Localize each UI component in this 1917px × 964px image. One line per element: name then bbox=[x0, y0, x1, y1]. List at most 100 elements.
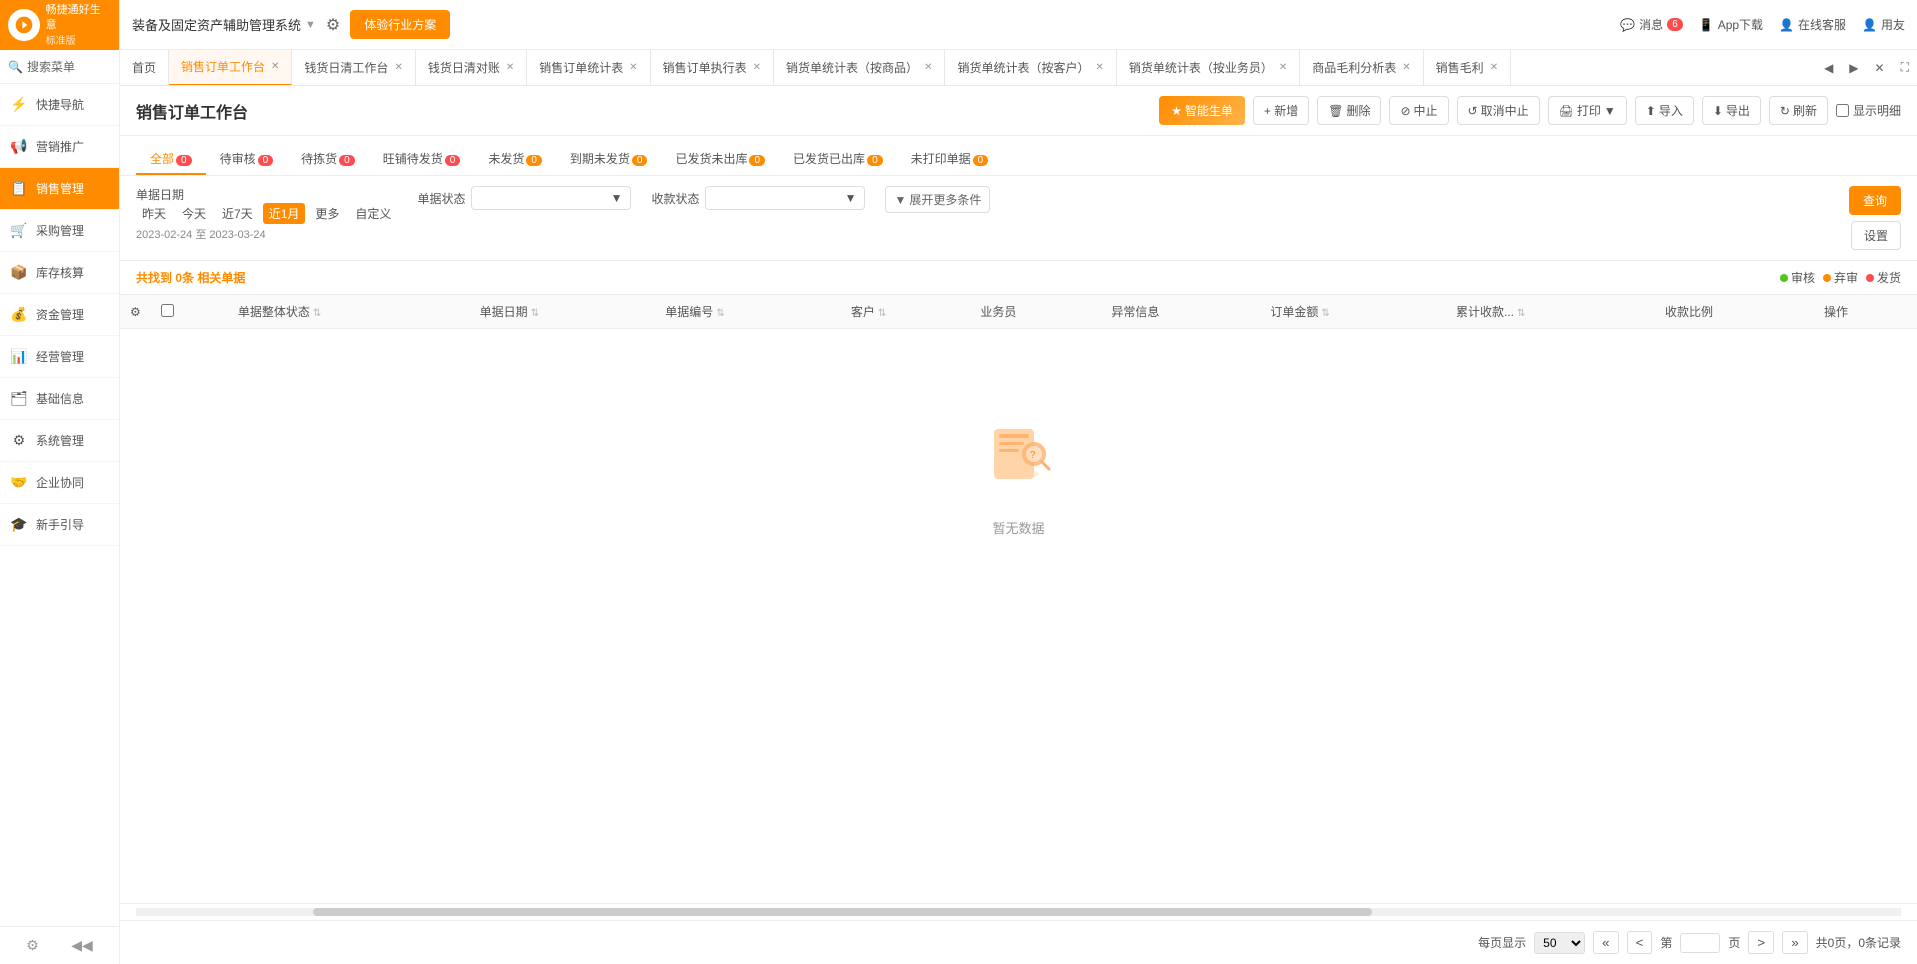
export-btn[interactable]: ⬇ 导出 bbox=[1702, 96, 1761, 125]
tab-cash-reconcile[interactable]: 钱货日清对账 ✕ bbox=[416, 50, 527, 86]
tab-prev-btn[interactable]: ◀ bbox=[1816, 50, 1841, 86]
delete-btn[interactable]: 🗑 删除 bbox=[1317, 96, 1381, 125]
scroll-thumb[interactable] bbox=[313, 908, 1372, 916]
column-settings-icon[interactable]: ⚙ bbox=[130, 305, 141, 319]
tab-close-sales-stat[interactable]: ✕ bbox=[629, 62, 637, 73]
purchase-icon: 🛒 bbox=[10, 222, 28, 239]
import-btn[interactable]: ⬆ 导入 bbox=[1635, 96, 1694, 125]
date-opt-yesterday[interactable]: 昨天 bbox=[136, 203, 172, 224]
tab-next-btn[interactable]: ▶ bbox=[1841, 50, 1866, 86]
tab-sales-stat-customer[interactable]: 销货单统计表（按客户） ✕ bbox=[945, 50, 1116, 86]
status-select[interactable]: ▼ bbox=[471, 186, 631, 210]
sidebar-item-operations[interactable]: 📊 经营管理 bbox=[0, 336, 119, 378]
filter-tab-not-shipped[interactable]: 未发货0 bbox=[474, 144, 556, 175]
filter-tab-pending-inspection[interactable]: 待拣货0 bbox=[287, 144, 369, 175]
date-opt-custom[interactable]: 自定义 bbox=[349, 203, 397, 224]
cancel-stop-btn[interactable]: ↺ 取消中止 bbox=[1457, 96, 1540, 125]
sidebar-item-quick-nav[interactable]: ⚡ 快捷导航 bbox=[0, 84, 119, 126]
settings-icon[interactable]: ⚙ bbox=[26, 937, 39, 954]
payment-select[interactable]: ▼ bbox=[705, 186, 865, 210]
tab-close-sales-exec[interactable]: ✕ bbox=[753, 62, 761, 73]
page-size-select[interactable]: 50 10 20 100 bbox=[1534, 932, 1585, 954]
filter-tab-pending-review[interactable]: 待审核0 bbox=[206, 144, 288, 175]
collapse-sidebar-btn[interactable]: ◀◀ bbox=[71, 937, 93, 954]
refresh-icon: ↻ bbox=[1780, 104, 1790, 118]
filter-tab-all[interactable]: 全部0 bbox=[136, 144, 206, 175]
sidebar-item-purchase[interactable]: 🛒 采购管理 bbox=[0, 210, 119, 252]
query-btn[interactable]: 查询 bbox=[1849, 186, 1901, 215]
app-download-btn[interactable]: 📱 App下载 bbox=[1699, 16, 1763, 33]
filter-tab-wangpu[interactable]: 旺铺待发货0 bbox=[369, 144, 475, 175]
online-service-btn[interactable]: 👤 在线客服 bbox=[1779, 16, 1846, 33]
sidebar-item-basic-info[interactable]: 🗂 基础信息 bbox=[0, 378, 119, 420]
stop-btn[interactable]: ⊘ 中止 bbox=[1389, 96, 1448, 125]
title-chevron-icon: ▼ bbox=[305, 19, 316, 31]
sidebar-item-enterprise[interactable]: 🤝 企业协同 bbox=[0, 462, 119, 504]
tab-close-sales-order[interactable]: ✕ bbox=[271, 61, 279, 72]
tab-close-all-btn[interactable]: ✕ bbox=[1867, 50, 1893, 86]
first-page-btn[interactable]: « bbox=[1593, 931, 1618, 954]
date-opt-1month[interactable]: 近1月 bbox=[263, 203, 306, 224]
next-page-btn[interactable]: > bbox=[1748, 931, 1774, 954]
sidebar-item-system[interactable]: ⚙ 系统管理 bbox=[0, 420, 119, 462]
prev-page-btn[interactable]: < bbox=[1627, 931, 1653, 954]
tab-close-cash-reconcile[interactable]: ✕ bbox=[506, 62, 514, 73]
col-customer-header[interactable]: 客户⇅ bbox=[841, 295, 971, 329]
sidebar-item-sales[interactable]: 📋 销售管理 bbox=[0, 168, 119, 210]
tab-close-sales-stat-staff[interactable]: ✕ bbox=[1279, 62, 1287, 73]
audit-btn[interactable]: 审核 bbox=[1780, 269, 1815, 286]
col-amount-header[interactable]: 订单金额⇅ bbox=[1260, 295, 1446, 329]
date-opt-today[interactable]: 今天 bbox=[176, 203, 212, 224]
date-opt-7days[interactable]: 近7天 bbox=[216, 203, 259, 224]
message-btn[interactable]: 💬 消息 6 bbox=[1620, 16, 1683, 33]
filter-tab-shipped-out[interactable]: 已发货已出库0 bbox=[779, 144, 897, 175]
solution-btn[interactable]: 体验行业方案 bbox=[350, 10, 450, 39]
tab-product-margin[interactable]: 商品毛利分析表 ✕ bbox=[1300, 50, 1423, 86]
tab-fullscreen-btn[interactable]: ⛶ bbox=[1893, 50, 1917, 86]
tab-close-sales-stat-product[interactable]: ✕ bbox=[924, 62, 932, 73]
col-status-header[interactable]: 单据整体状态⇅ bbox=[228, 295, 470, 329]
tab-cash-daily[interactable]: 钱货日清工作台 ✕ bbox=[292, 50, 415, 86]
refresh-btn[interactable]: ↻ 刷新 bbox=[1769, 96, 1828, 125]
cancel-audit-btn[interactable]: 弃审 bbox=[1823, 269, 1858, 286]
sidebar-item-marketing[interactable]: 📢 营销推广 bbox=[0, 126, 119, 168]
sidebar-item-finance[interactable]: 💰 资金管理 bbox=[0, 294, 119, 336]
scroll-track[interactable] bbox=[136, 908, 1901, 916]
tab-sales-exec[interactable]: 销售订单执行表 ✕ bbox=[651, 50, 774, 86]
tab-close-cash-daily[interactable]: ✕ bbox=[394, 62, 402, 73]
filter-tab-not-printed[interactable]: 未打印单据0 bbox=[897, 144, 1003, 175]
col-date-header[interactable]: 单据日期⇅ bbox=[470, 295, 656, 329]
add-btn[interactable]: + 新增 bbox=[1253, 96, 1309, 125]
smart-create-btn[interactable]: ★ 智能生单 bbox=[1159, 96, 1245, 125]
user-menu[interactable]: 👤 用友 bbox=[1862, 16, 1905, 33]
expand-conditions-btn[interactable]: ▼ 展开更多条件 bbox=[885, 186, 990, 213]
last-page-btn[interactable]: » bbox=[1782, 931, 1807, 954]
set-btn[interactable]: 设置 bbox=[1851, 221, 1901, 250]
col-abnormal-header: 异常信息 bbox=[1101, 295, 1260, 329]
tab-close-sales-profit[interactable]: ✕ bbox=[1490, 62, 1498, 73]
sidebar-item-guide[interactable]: 🎓 新手引导 bbox=[0, 504, 119, 546]
filter-tab-shipped-not-out[interactable]: 已发货未出库0 bbox=[661, 144, 779, 175]
show-detail-checkbox[interactable]: 显示明细 bbox=[1836, 102, 1901, 119]
ship-btn[interactable]: 发货 bbox=[1866, 269, 1901, 286]
page-number-input[interactable]: 1 bbox=[1680, 933, 1720, 953]
star-icon: ★ bbox=[1171, 104, 1182, 118]
tab-sales-profit[interactable]: 销售毛利 ✕ bbox=[1424, 50, 1511, 86]
col-collected-header[interactable]: 累计收款...⇅ bbox=[1446, 295, 1655, 329]
tab-sales-stat-staff[interactable]: 销货单统计表（按业务员） ✕ bbox=[1117, 50, 1300, 86]
tab-home[interactable]: 首页 bbox=[120, 50, 169, 86]
date-opt-more[interactable]: 更多 bbox=[309, 203, 345, 224]
sidebar-item-inventory[interactable]: 📦 库存核算 bbox=[0, 252, 119, 294]
expired-badge: 0 bbox=[632, 155, 648, 166]
tab-sales-order[interactable]: 销售订单工作台 ✕ bbox=[169, 50, 292, 86]
col-number-header[interactable]: 单据编号⇅ bbox=[655, 295, 841, 329]
tab-sales-stat[interactable]: 销售订单统计表 ✕ bbox=[527, 50, 650, 86]
filter-tab-expired-not-shipped[interactable]: 到期未发货0 bbox=[556, 144, 662, 175]
tab-close-sales-stat-customer[interactable]: ✕ bbox=[1095, 62, 1103, 73]
tab-close-product-margin[interactable]: ✕ bbox=[1402, 62, 1410, 73]
search-menu[interactable]: 🔍 搜索菜单 bbox=[0, 50, 119, 84]
tab-sales-stat-product[interactable]: 销货单统计表（按商品） ✕ bbox=[774, 50, 945, 86]
print-btn[interactable]: 🖨 打印 ▼ bbox=[1548, 96, 1627, 125]
select-all-checkbox[interactable] bbox=[161, 304, 174, 317]
topbar-gear-icon[interactable]: ⚙ bbox=[326, 15, 340, 35]
